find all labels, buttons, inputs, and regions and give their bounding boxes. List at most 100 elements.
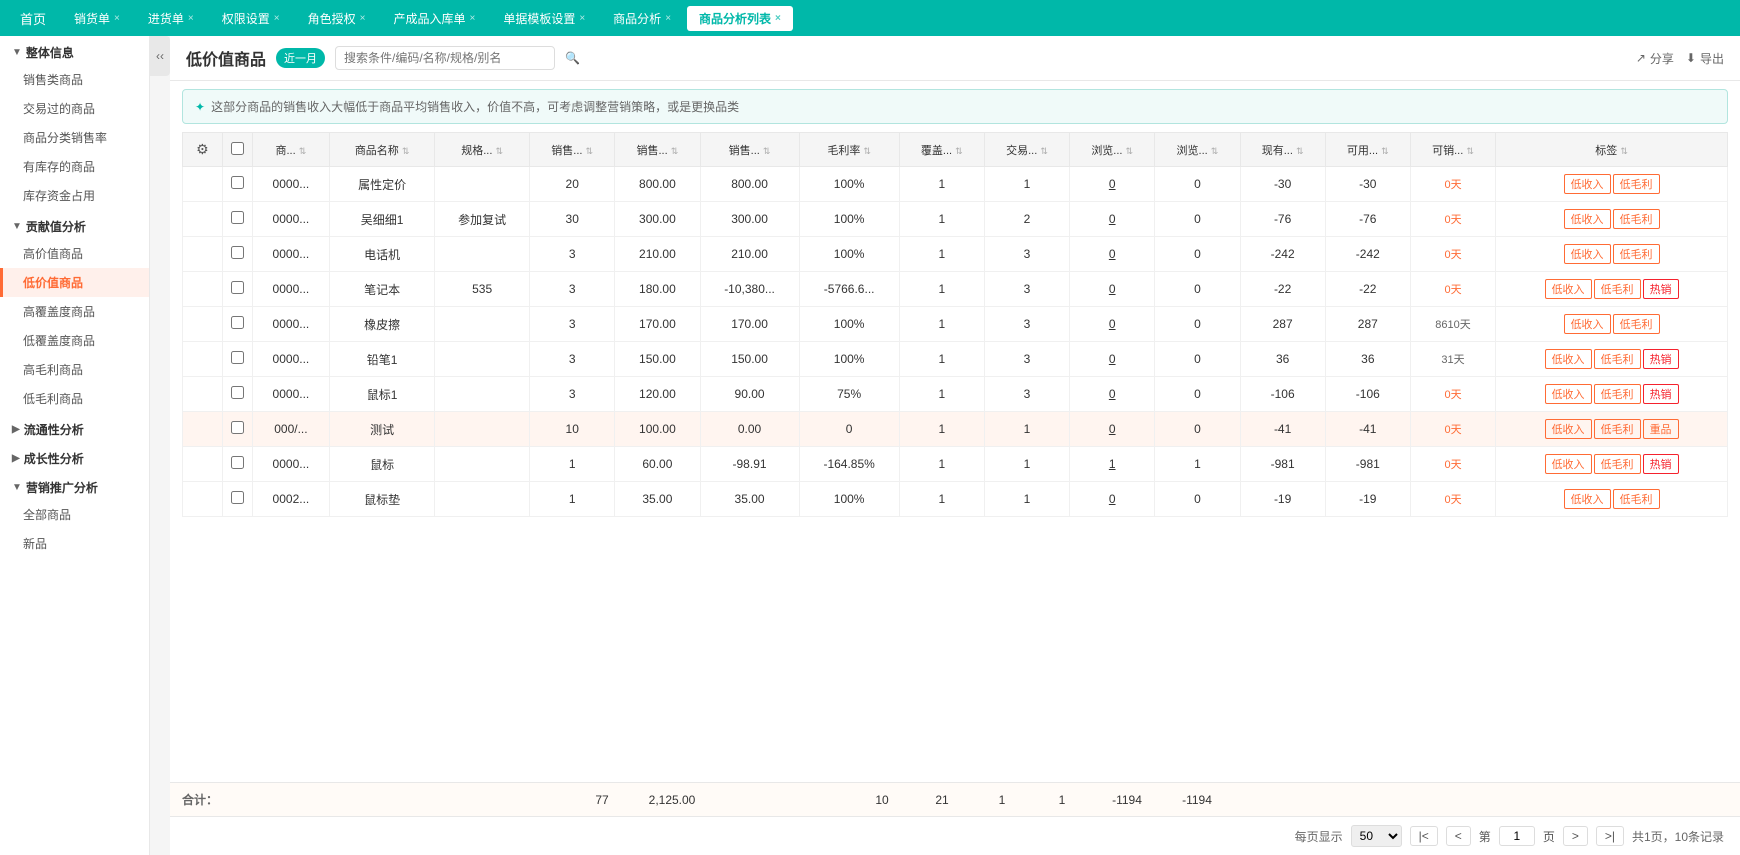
sidebar-item-sales-goods[interactable]: 销售类商品 <box>0 65 149 94</box>
page-first-button[interactable]: |< <box>1410 826 1438 846</box>
col-trade[interactable]: 交易... ⇅ <box>984 133 1069 167</box>
nav-close-icon[interactable]: × <box>274 13 280 24</box>
cell-name[interactable]: 鼠标垫 <box>330 482 435 517</box>
nav-purchase[interactable]: 进货单 × <box>136 6 206 31</box>
col-stock1[interactable]: 现有... ⇅ <box>1240 133 1325 167</box>
row-checkbox[interactable] <box>231 351 244 364</box>
date-badge[interactable]: 近一月 <box>276 48 325 68</box>
cell-browse1[interactable]: 0 <box>1070 307 1155 342</box>
nav-product-stock[interactable]: 产成品入库单 × <box>381 6 487 31</box>
row-checkbox[interactable] <box>231 456 244 469</box>
sidebar-item-traded-goods[interactable]: 交易过的商品 <box>0 94 149 123</box>
row-checkbox[interactable] <box>231 246 244 259</box>
row-checkbox[interactable] <box>231 281 244 294</box>
col-gross-rate[interactable]: 毛利率 ⇅ <box>799 133 899 167</box>
sidebar-item-low-profit[interactable]: 低毛利商品 <box>0 384 149 413</box>
sidebar-item-stock-goods[interactable]: 有库存的商品 <box>0 152 149 181</box>
sidebar-item-stock-capital[interactable]: 库存资金占用 <box>0 181 149 210</box>
page-number-input[interactable] <box>1499 826 1535 846</box>
nav-close-active-icon[interactable]: × <box>775 13 781 24</box>
nav-sales-order[interactable]: 销货单 × <box>62 6 132 31</box>
sidebar-item-low-value[interactable]: 低价值商品 <box>0 268 149 297</box>
cell-sales-price: 150.00 <box>615 342 700 377</box>
row-checkbox[interactable] <box>231 316 244 329</box>
sidebar-collapse-button[interactable]: ‹‹ <box>150 36 170 76</box>
col-browse2[interactable]: 浏览... ⇅ <box>1155 133 1240 167</box>
nav-template[interactable]: 单据模板设置 × <box>491 6 597 31</box>
settings-icon[interactable]: ⚙ <box>196 141 209 157</box>
cell-name[interactable]: 笔记本 <box>330 272 435 307</box>
col-code[interactable]: 商... ⇅ <box>252 133 329 167</box>
cell-browse1[interactable]: 0 <box>1070 167 1155 202</box>
sidebar-item-category-rate[interactable]: 商品分类销售率 <box>0 123 149 152</box>
cell-coverage: 1 <box>899 237 984 272</box>
page-size-select[interactable]: 50 100 200 <box>1351 825 1402 847</box>
col-sales-qty[interactable]: 销售... ⇅ <box>530 133 615 167</box>
col-gear[interactable]: ⚙ <box>183 133 223 167</box>
cell-browse1[interactable]: 0 <box>1070 272 1155 307</box>
cell-browse1[interactable]: 0 <box>1070 202 1155 237</box>
sidebar-group-growth[interactable]: ▶ 成长性分析 <box>0 442 149 471</box>
cell-gear <box>183 307 223 342</box>
page-last-button[interactable]: >| <box>1596 826 1624 846</box>
cell-browse1[interactable]: 0 <box>1070 237 1155 272</box>
row-checkbox[interactable] <box>231 211 244 224</box>
nav-home[interactable]: 首页 <box>8 5 58 32</box>
cell-name[interactable]: 电话机 <box>330 237 435 272</box>
sidebar-item-high-value[interactable]: 高价值商品 <box>0 239 149 268</box>
cell-name[interactable]: 橡皮擦 <box>330 307 435 342</box>
nav-close-icon[interactable]: × <box>665 13 671 24</box>
sidebar-group-marketing[interactable]: ▼ 营销推广分析 <box>0 471 149 500</box>
search-input[interactable] <box>335 46 555 70</box>
sidebar-item-all-goods[interactable]: 全部商品 <box>0 500 149 529</box>
col-browse1[interactable]: 浏览... ⇅ <box>1070 133 1155 167</box>
nav-permission[interactable]: 权限设置 × <box>210 6 292 31</box>
page-next-button[interactable]: > <box>1563 826 1588 846</box>
page-prev-button[interactable]: < <box>1446 826 1471 846</box>
sidebar-item-high-coverage[interactable]: 高覆盖度商品 <box>0 297 149 326</box>
row-checkbox[interactable] <box>231 176 244 189</box>
sidebar-item-new-goods[interactable]: 新品 <box>0 529 149 558</box>
nav-close-icon[interactable]: × <box>469 13 475 24</box>
cell-browse1[interactable]: 1 <box>1070 447 1155 482</box>
cell-tags: 低收入低毛利 <box>1496 307 1728 342</box>
sidebar-item-low-coverage[interactable]: 低覆盖度商品 <box>0 326 149 355</box>
cell-spec <box>435 342 530 377</box>
cell-name[interactable]: 铅笔1 <box>330 342 435 377</box>
sidebar-group-contribution[interactable]: ▼ 贡献值分析 <box>0 210 149 239</box>
share-button[interactable]: ↗ 分享 <box>1636 50 1674 67</box>
col-tag[interactable]: 标签 ⇅ <box>1496 133 1728 167</box>
cell-browse1[interactable]: 0 <box>1070 377 1155 412</box>
cell-name[interactable]: 鼠标 <box>330 447 435 482</box>
export-button[interactable]: ⬇ 导出 <box>1686 50 1724 67</box>
row-checkbox[interactable] <box>231 491 244 504</box>
sidebar-group-circulation[interactable]: ▶ 流通性分析 <box>0 413 149 442</box>
col-coverage[interactable]: 覆盖... ⇅ <box>899 133 984 167</box>
cell-name[interactable]: 属性定价 <box>330 167 435 202</box>
col-spec[interactable]: 规格... ⇅ <box>435 133 530 167</box>
nav-role[interactable]: 角色授权 × <box>296 6 378 31</box>
cell-browse1[interactable]: 0 <box>1070 342 1155 377</box>
cell-name[interactable]: 吴细细1 <box>330 202 435 237</box>
col-stock2[interactable]: 可用... ⇅ <box>1325 133 1410 167</box>
sidebar-group-overall[interactable]: ▼ 整体信息 <box>0 36 149 65</box>
cell-name[interactable]: 鼠标1 <box>330 377 435 412</box>
cell-browse1[interactable]: 0 <box>1070 412 1155 447</box>
cell-name[interactable]: 测试 <box>330 412 435 447</box>
nav-product-analysis-list[interactable]: 商品分析列表 × <box>687 6 793 31</box>
search-icon[interactable]: 🔍 <box>565 51 580 65</box>
col-stock3[interactable]: 可销... ⇅ <box>1410 133 1495 167</box>
nav-close-icon[interactable]: × <box>114 13 120 24</box>
row-checkbox[interactable] <box>231 386 244 399</box>
nav-product-analysis[interactable]: 商品分析 × <box>601 6 683 31</box>
select-all-checkbox[interactable] <box>231 142 244 155</box>
col-name[interactable]: 商品名称 ⇅ <box>330 133 435 167</box>
nav-close-icon[interactable]: × <box>579 13 585 24</box>
col-sales-price[interactable]: 销售... ⇅ <box>615 133 700 167</box>
col-sales-total[interactable]: 销售... ⇅ <box>700 133 799 167</box>
nav-close-icon[interactable]: × <box>360 13 366 24</box>
sidebar-item-high-profit[interactable]: 高毛利商品 <box>0 355 149 384</box>
cell-browse1[interactable]: 0 <box>1070 482 1155 517</box>
row-checkbox[interactable] <box>231 421 244 434</box>
nav-close-icon[interactable]: × <box>188 13 194 24</box>
